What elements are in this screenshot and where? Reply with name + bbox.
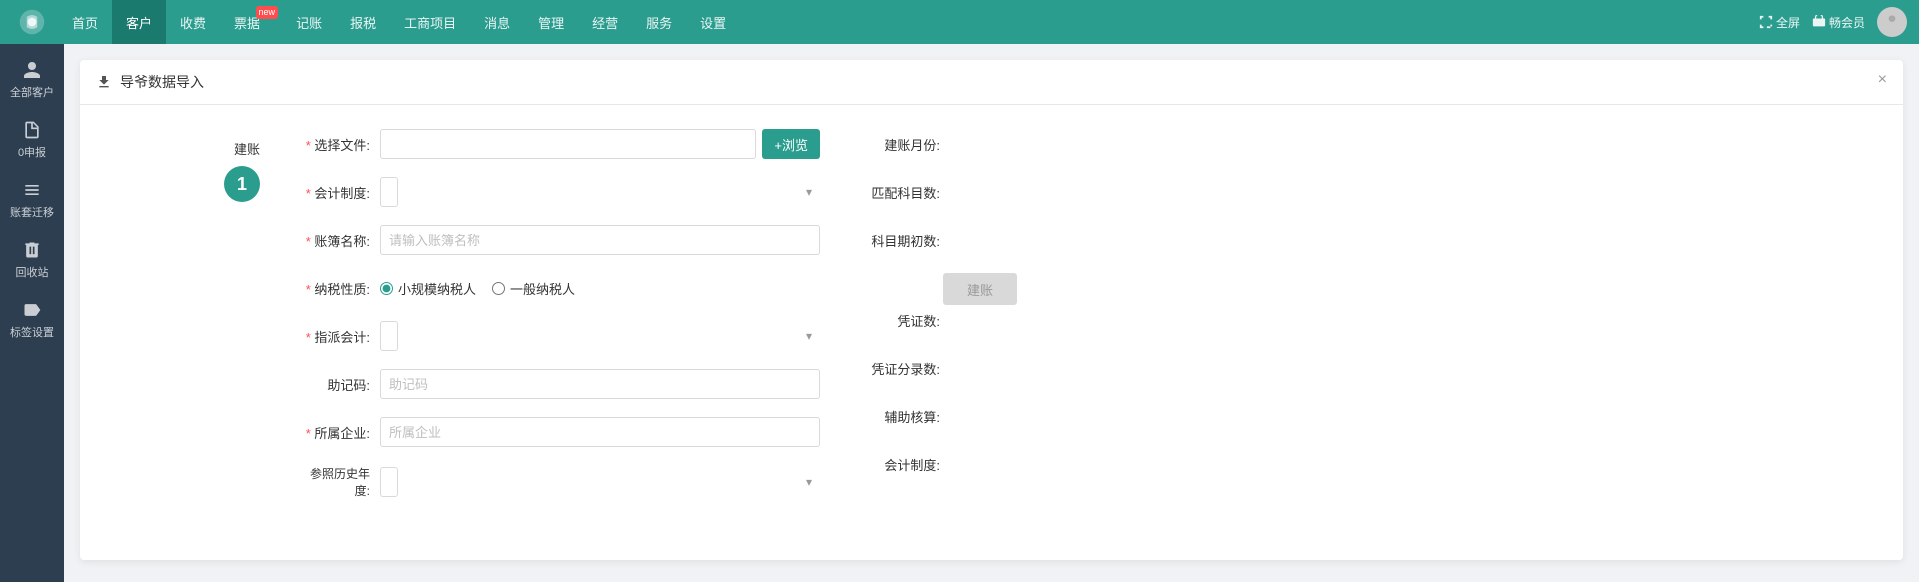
ledger-name-input[interactable]: [380, 225, 820, 255]
main-layout: 全部客户 0申报 账套迁移 回收站 标签设置 导爷数据导入 ×: [0, 44, 1919, 582]
app-logo[interactable]: [10, 0, 54, 44]
sidebar-item-label-settings[interactable]: 标签设置: [2, 292, 62, 348]
nav-items: 首页 客户 收费 票据 new 记账 报税 工商项目 消息 管理 经营 服务 设…: [58, 0, 1759, 44]
dialog-header: 导爷数据导入: [80, 60, 1903, 105]
reference-year-select-wrapper: [380, 467, 820, 497]
tax-type-general-radio[interactable]: 一般纳税人: [492, 279, 575, 298]
dialog-close-button[interactable]: ×: [1878, 72, 1887, 88]
tax-type-small-input[interactable]: [380, 282, 393, 295]
fullscreen-button[interactable]: 全屏: [1759, 14, 1800, 31]
accounting-system-info-row: 会计制度:: [860, 449, 1100, 479]
sidebar-item-zero-declare[interactable]: 0申报: [2, 112, 62, 168]
vip-button[interactable]: 畅会员: [1812, 14, 1865, 31]
nav-item-tax[interactable]: 报税: [336, 0, 390, 44]
vouchers-label: 凭证数:: [860, 311, 950, 330]
memo-code-input[interactable]: [380, 369, 820, 399]
user-avatar[interactable]: [1877, 7, 1907, 37]
create-account-button[interactable]: 建账: [943, 273, 1017, 305]
match-subjects-label: 匹配科目数:: [860, 183, 950, 202]
nav-item-manage[interactable]: 管理: [524, 0, 578, 44]
nav-right: 全屏 畅会员: [1759, 7, 1919, 37]
reference-year-row: 参照历史年度:: [300, 465, 820, 499]
import-icon: [96, 74, 112, 90]
nav-item-message[interactable]: 消息: [470, 0, 524, 44]
nav-item-bookkeeping[interactable]: 记账: [282, 0, 336, 44]
nav-item-service[interactable]: 服务: [632, 0, 686, 44]
company-row: 所属企业:: [300, 417, 820, 447]
sidebar-item-recycle-bin[interactable]: 回收站: [2, 232, 62, 288]
memo-code-label: 助记码:: [300, 375, 380, 394]
sidebar-item-all-customers[interactable]: 全部客户: [2, 52, 62, 108]
subject-initial-row: 科目期初数:: [860, 225, 1100, 255]
accountant-row: 指派会计:: [300, 321, 820, 351]
step-label: 建账: [234, 139, 260, 158]
account-month-label: 建账月份:: [860, 135, 950, 154]
memo-code-row: 助记码:: [300, 369, 820, 399]
reference-year-select[interactable]: [380, 467, 398, 497]
tax-type-label: 纳税性质:: [300, 279, 380, 298]
accountant-select-wrapper: [380, 321, 820, 351]
accounting-system-select[interactable]: [380, 177, 398, 207]
accountant-label: 指派会计:: [300, 327, 380, 346]
voucher-entries-row: 凭证分录数:: [860, 353, 1100, 383]
nav-item-invoice[interactable]: 票据 new: [220, 0, 282, 44]
info-section: 建账月份: 匹配科目数: 科目期初数: 建账 凭证: [840, 129, 1120, 517]
sidebar: 全部客户 0申报 账套迁移 回收站 标签设置: [0, 44, 64, 582]
tax-type-row: 纳税性质: 小规模纳税人 一般纳税人: [300, 273, 820, 303]
accounting-system-info-label: 会计制度:: [860, 455, 950, 474]
match-subjects-row: 匹配科目数:: [860, 177, 1100, 207]
accountant-select[interactable]: [380, 321, 398, 351]
select-file-label: 选择文件:: [300, 135, 380, 154]
file-text-input[interactable]: [380, 129, 756, 159]
tax-type-small-radio[interactable]: 小规模纳税人: [380, 279, 476, 298]
dialog-card: 导爷数据导入 × 建账 1 选择文件: +浏览: [80, 60, 1903, 560]
subject-initial-label: 科目期初数:: [860, 231, 950, 250]
tax-type-general-input[interactable]: [492, 282, 505, 295]
nav-item-home[interactable]: 首页: [58, 0, 112, 44]
form-section: 选择文件: +浏览 会计制度:: [280, 129, 840, 517]
company-label: 所属企业:: [300, 423, 380, 442]
tax-type-radio-group: 小规模纳税人 一般纳税人: [380, 273, 575, 303]
browse-button[interactable]: +浏览: [762, 129, 820, 159]
new-badge: new: [256, 6, 279, 19]
create-button-row: 建账: [860, 273, 1100, 305]
file-row: 选择文件: +浏览: [300, 129, 820, 159]
file-input-group: +浏览: [380, 129, 820, 159]
accounting-system-select-wrapper: [380, 177, 820, 207]
voucher-entries-label: 凭证分录数:: [860, 359, 950, 378]
vouchers-row: 凭证数:: [860, 305, 1100, 335]
auxiliary-label: 辅助核算:: [860, 407, 950, 426]
step-circle: 1: [224, 166, 260, 202]
account-month-row: 建账月份:: [860, 129, 1100, 159]
dialog-body: 建账 1 选择文件: +浏览 会计制度:: [80, 105, 1903, 541]
accounting-system-label: 会计制度:: [300, 183, 380, 202]
reference-year-label: 参照历史年度:: [300, 465, 380, 499]
sidebar-item-account-migration[interactable]: 账套迁移: [2, 172, 62, 228]
nav-item-operation[interactable]: 经营: [578, 0, 632, 44]
nav-item-fee[interactable]: 收费: [166, 0, 220, 44]
company-input[interactable]: [380, 417, 820, 447]
nav-item-settings[interactable]: 设置: [686, 0, 740, 44]
dialog-title: 导爷数据导入: [120, 72, 204, 92]
step-section: 建账 1: [80, 129, 280, 517]
accounting-system-row: 会计制度:: [300, 177, 820, 207]
ledger-name-row: 账簿名称:: [300, 225, 820, 255]
top-navigation: 首页 客户 收费 票据 new 记账 报税 工商项目 消息 管理 经营 服务 设…: [0, 0, 1919, 44]
nav-item-customer[interactable]: 客户: [112, 0, 166, 44]
nav-item-business[interactable]: 工商项目: [390, 0, 470, 44]
main-content: 导爷数据导入 × 建账 1 选择文件: +浏览: [64, 44, 1919, 582]
auxiliary-row: 辅助核算:: [860, 401, 1100, 431]
ledger-name-label: 账簿名称:: [300, 231, 380, 250]
